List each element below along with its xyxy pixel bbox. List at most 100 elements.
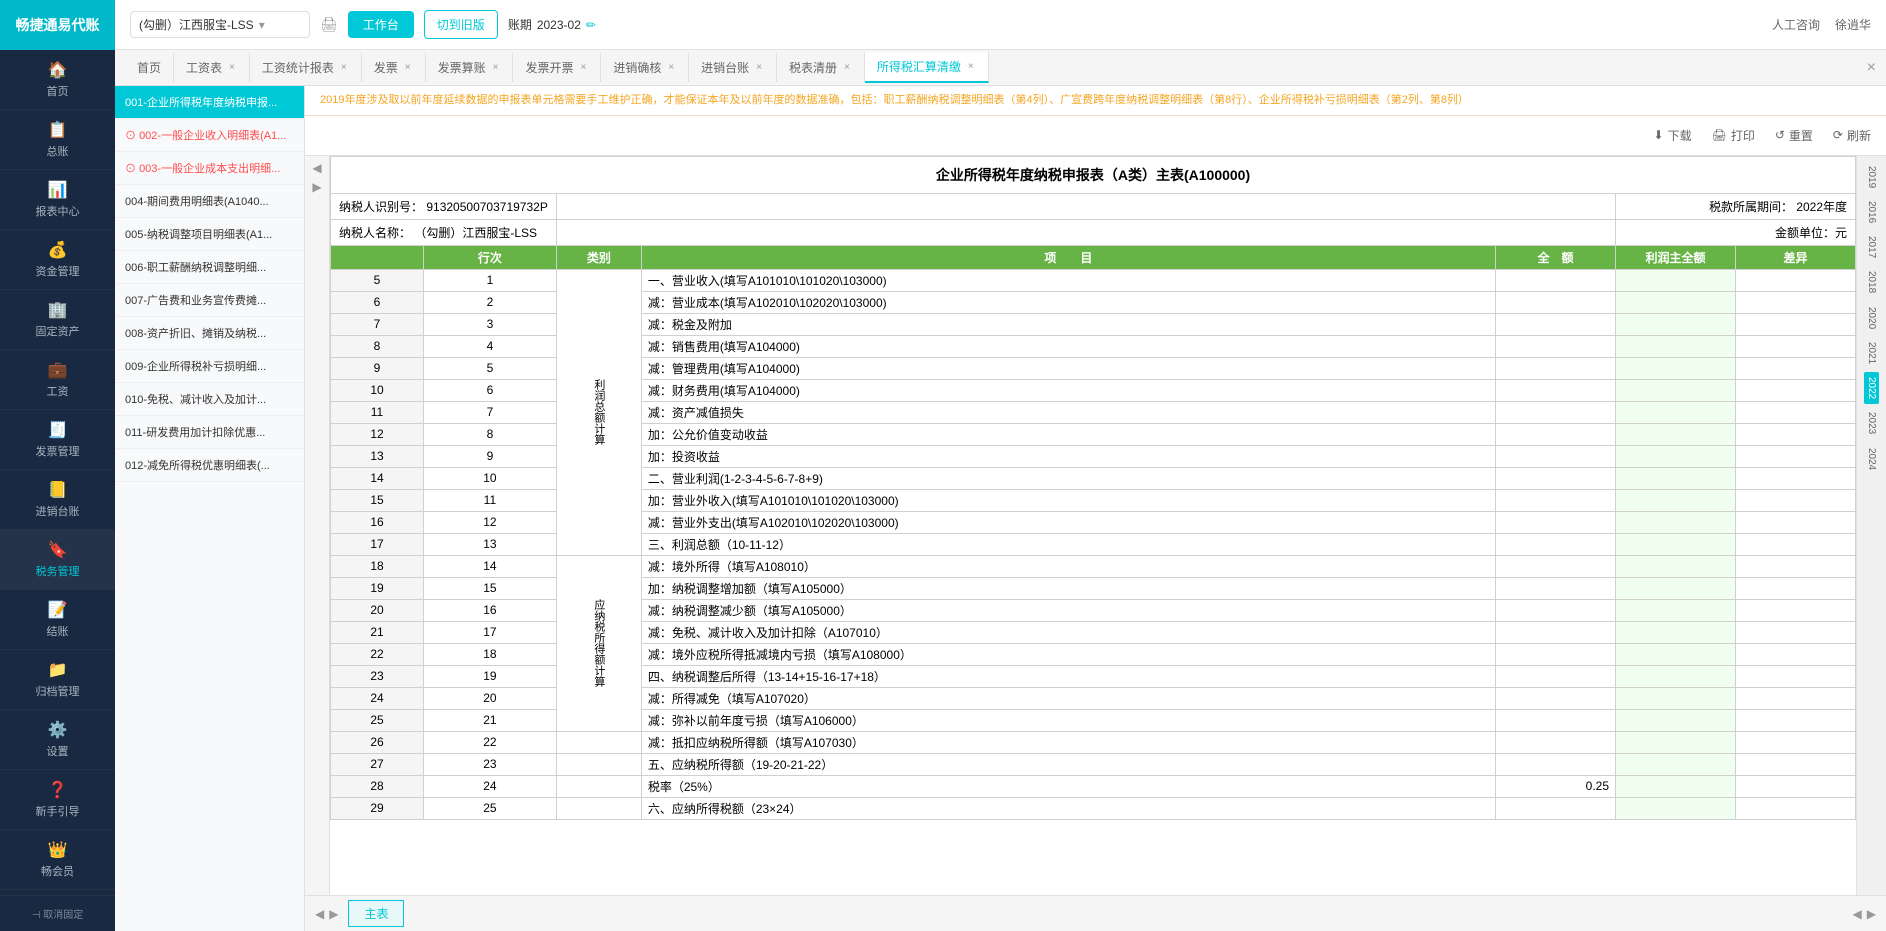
info-row-2: 纳税人名称： （勾删）江西服宝-LSS 金额单位：元 [331,219,1856,245]
table-row: 29 25 六、应纳所得税额（23×24） [331,797,1856,819]
nav-right-arrow[interactable]: ▶ [312,180,321,194]
scroll-left-icon[interactable]: ◀ [1853,907,1862,921]
account-label: 账期 [508,16,532,33]
timeline-2017[interactable]: 2017 [1864,231,1879,263]
tab-invoice-calc[interactable]: 发票算账 × [426,53,514,82]
sidebar-item-archive[interactable]: 📁 归档管理 [0,650,115,710]
sidebar-item-asset[interactable]: 🏢 固定资产 [0,290,115,350]
tab-invoice-open[interactable]: 发票开票 × [513,53,601,82]
download-button[interactable]: ⬇ 下载 [1654,127,1692,144]
sheet-nav-left[interactable]: ◀ [315,907,324,921]
tab-close-icon[interactable]: × [754,62,764,73]
main-content: (勾删）江西服宝-LSS ▾ 🖨 工作台 切到旧版 账期 2023-02 ✏ 人… [115,0,1886,931]
table-row: 26 22 减：抵扣应纳税所得额（填写A107030） [331,731,1856,753]
sidebar-item-label: 结账 [47,623,69,639]
tab-payroll[interactable]: 工资表 × [174,53,250,82]
timeline-2021[interactable]: 2021 [1864,337,1879,369]
tab-tax-clear[interactable]: 税表清册 × [777,53,865,82]
sidebar-item-tax[interactable]: 🔖 税务管理 [0,530,115,590]
col-header-xuhao: 行次 [423,245,556,269]
tax-period-label: 税款所属期间： [1709,200,1793,214]
sidebar-item-ledger[interactable]: 📋 总账 [0,110,115,170]
sidebar-item-close[interactable]: 📝 结账 [0,590,115,650]
tab-close-icon[interactable]: × [227,62,237,73]
col-header-chayi: 差异 [1736,245,1856,269]
scroll-right-icon[interactable]: ▶ [1867,907,1876,921]
tab-close-icon[interactable]: × [491,62,501,73]
sidebar-item-payroll[interactable]: 💼 工资 [0,350,115,410]
tab-close-icon[interactable]: × [339,62,349,73]
left-panel-item-010[interactable]: 010-免税、减计收入及加计... [115,383,304,416]
taxpayer-name-label: 纳税人名称： [339,226,411,240]
timeline-2020[interactable]: 2020 [1864,302,1879,334]
sidebar-item-member[interactable]: 👑 畅会员 [0,830,115,890]
sidebar-item-fund[interactable]: 💰 资金管理 [0,230,115,290]
tab-close-icon[interactable]: × [966,61,976,72]
close-icon: 📝 [48,600,68,620]
timeline-2019[interactable]: 2019 [1864,161,1879,193]
sidebar-item-label: 资金管理 [36,263,80,279]
print-icon: 🖨 [320,16,338,33]
left-panel-item-011[interactable]: 011-研发费用加计扣除优惠... [115,416,304,449]
sidebar-item-report[interactable]: 📊 报表中心 [0,170,115,230]
app-logo: 畅捷通易代账 [0,0,115,50]
timeline-2023[interactable]: 2023 [1864,407,1879,439]
tab-payroll-report[interactable]: 工资统计报表 × [250,53,362,82]
left-panel-item-004[interactable]: 004-期间费用明细表(A1040... [115,185,304,218]
refresh-button[interactable]: ⟳ 刷新 [1833,127,1871,144]
sheet-tab-main[interactable]: 主表 [348,900,404,927]
timeline-2022[interactable]: 2022 [1864,372,1879,404]
reset-icon: ↺ [1775,128,1785,142]
left-panel-item-003[interactable]: ⊙ 003-一般企业成本支出明细... [115,152,304,185]
taxpayer-id-label: 纳税人识别号： [339,200,423,214]
tab-close-icon[interactable]: × [842,62,852,73]
timeline-2016[interactable]: 2016 [1864,196,1879,228]
tab-purchase-ledger[interactable]: 进销台账 × [689,53,777,82]
left-panel-item-009[interactable]: 009-企业所得税补亏损明细... [115,350,304,383]
reset-button[interactable]: ↺ 重置 [1775,127,1813,144]
company-selector[interactable]: (勾删）江西服宝-LSS ▾ [130,11,310,38]
left-panel-item-008[interactable]: 008-资产折旧、摊销及纳税... [115,317,304,350]
sidebar-item-home[interactable]: 🏠 首页 [0,50,115,110]
tab-purchase-check[interactable]: 进销确核 × [601,53,689,82]
sidebar-unpin-button[interactable]: ⊣ 取消固定 [0,895,115,931]
info-row-1: 纳税人识别号： 91320500703719732P 税款所属期间： 2022年… [331,193,1856,219]
left-panel-item-006[interactable]: 006-职工薪酬纳税调整明细... [115,251,304,284]
tab-bar: 首页 工资表 × 工资统计报表 × 发票 × 发票算账 × 发票开票 × [115,50,1886,86]
sheet-nav-right[interactable]: ▶ [329,907,338,921]
user-service[interactable]: 人工咨询 [1772,16,1820,33]
timeline-2024[interactable]: 2024 [1864,443,1879,475]
sidebar-item-invoice[interactable]: 🧾 发票管理 [0,410,115,470]
nav-left-arrow[interactable]: ◀ [312,161,321,175]
tab-close-icon[interactable]: × [578,62,588,73]
sidebar-item-guide[interactable]: ❓ 新手引导 [0,770,115,830]
tab-invoice[interactable]: 发票 × [362,53,426,82]
left-panel-item-012[interactable]: 012-减免所得税优惠明细表(... [115,449,304,482]
col-header-lirun: 利润主全额 [1616,245,1736,269]
tab-close-icon[interactable]: × [403,62,413,73]
left-panel-item-001[interactable]: 001-企业所得税年度纳税申报... [115,86,304,119]
sidebar-item-purchase-sales[interactable]: 📒 进销台账 [0,470,115,530]
tab-label: 所得税汇算清缴 [877,58,961,75]
timeline-2018[interactable]: 2018 [1864,266,1879,298]
left-panel-item-002[interactable]: ⊙ 002-一般企业收入明细表(A1... [115,119,304,152]
left-panel-item-007[interactable]: 007-广告费和业务宣传费摊... [115,284,304,317]
tab-label: 发票开票 [525,59,573,76]
left-panel-item-005[interactable]: 005-纳税调整项目明细表(A1... [115,218,304,251]
tab-home[interactable]: 首页 [125,53,174,82]
sidebar-item-settings[interactable]: ⚙️ 设置 [0,710,115,770]
history-button[interactable]: 切到旧版 [424,10,498,39]
edit-icon[interactable]: ✏ [586,18,596,32]
tab-income-tax[interactable]: 所得税汇算清缴 × [865,52,989,83]
unpin-text: 取消固定 [43,910,83,921]
company-name: (勾删）江西服宝-LSS [139,16,254,33]
tab-bar-close-button[interactable]: × [1867,59,1876,77]
table-title: 企业所得税年度纳税申报表（A类）主表(A100000) [331,156,1856,193]
print-button[interactable]: 🖨 打印 [1712,127,1755,144]
tab-close-icon[interactable]: × [666,62,676,73]
workbench-button[interactable]: 工作台 [348,11,414,38]
table-row: 27 23 五、应纳税所得额（19-20-21-22） [331,753,1856,775]
left-panel: 001-企业所得税年度纳税申报... ⊙ 002-一般企业收入明细表(A1...… [115,86,305,931]
sidebar-item-label: 新手引导 [36,803,80,819]
sidebar-item-label: 归档管理 [36,683,80,699]
